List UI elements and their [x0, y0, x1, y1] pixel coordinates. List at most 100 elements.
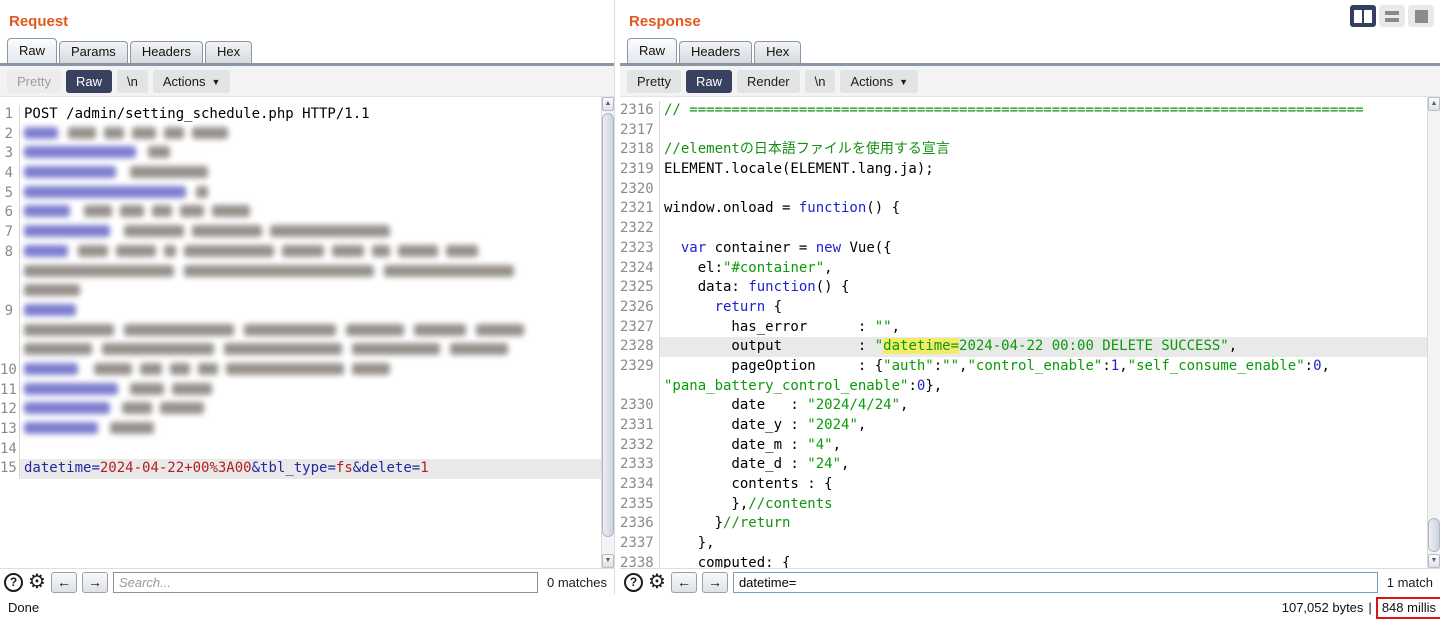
response-search-input[interactable] — [732, 571, 1378, 593]
response-editor[interactable]: 2316// =================================… — [620, 97, 1440, 568]
code-line: 2327 has_error : "", — [620, 317, 1427, 338]
actions-button[interactable]: Actions ▼ — [152, 69, 231, 93]
scroll-up-icon[interactable]: ▲ — [1428, 97, 1440, 111]
code-token: , — [841, 456, 850, 473]
request-editor[interactable]: 1 POST /admin/setting_schedule.php HTTP/1… — [0, 97, 614, 568]
redacted-text — [24, 244, 68, 257]
response-scrollbar-thumb[interactable] — [1428, 518, 1440, 552]
redacted-text — [78, 244, 108, 257]
redacted-text — [170, 362, 190, 375]
response-scrollbar[interactable]: ▲ ▼ — [1427, 97, 1440, 568]
response-tabstrip: Raw Headers Hex — [620, 38, 1440, 66]
redacted-text — [122, 402, 152, 415]
gear-icon[interactable]: ⚙ — [28, 572, 46, 592]
newline-toggle-button[interactable]: \n — [804, 69, 836, 93]
layout-columns-button[interactable] — [1350, 5, 1376, 27]
tab-hex[interactable]: Hex — [204, 41, 253, 63]
code-line — [0, 321, 601, 342]
code-token: date_d : — [664, 456, 808, 473]
redacted-text — [160, 402, 204, 415]
layout-single-button[interactable] — [1408, 5, 1434, 27]
redacted-text — [152, 205, 172, 218]
redacted-text — [68, 126, 96, 139]
tab-raw[interactable]: Raw — [7, 38, 58, 63]
help-icon[interactable]: ? — [624, 572, 643, 592]
code-token: "pana_battery_control_enable" — [664, 377, 909, 394]
code-line — [0, 341, 601, 361]
arrow-right-icon: → — [707, 574, 722, 590]
line-number: 5 — [0, 183, 20, 204]
redacted-text — [226, 362, 344, 375]
request-search-input[interactable] — [112, 571, 539, 593]
tab-headers[interactable]: Headers — [129, 41, 203, 63]
redacted-text — [110, 422, 154, 434]
redacted-text — [450, 343, 508, 356]
line-number — [0, 341, 20, 361]
redacted-text — [198, 362, 218, 375]
search-next-button[interactable]: → — [701, 571, 728, 593]
render-button[interactable]: Render — [736, 69, 800, 93]
response-code-area[interactable]: 2316// =================================… — [620, 97, 1427, 568]
redacted-text — [84, 205, 112, 218]
tab-raw[interactable]: Raw — [627, 38, 678, 63]
tab-params[interactable]: Params — [59, 41, 128, 63]
redacted-text — [192, 126, 228, 139]
code-token: , — [824, 259, 833, 276]
line-number: 8 — [0, 242, 20, 263]
code-token: "auth" — [883, 357, 934, 374]
code-line: 2330 date : "2024/4/24", — [620, 396, 1427, 416]
code-line: 14 — [0, 439, 601, 460]
actions-button[interactable]: Actions ▼ — [840, 69, 919, 93]
redacted-text — [104, 126, 124, 139]
request-code-area[interactable]: 1 POST /admin/setting_schedule.php HTTP/1… — [0, 97, 601, 568]
pretty-button[interactable]: Pretty — [627, 69, 681, 93]
code-token: "" — [874, 318, 892, 335]
search-prev-button[interactable]: ← — [670, 571, 697, 593]
pretty-button[interactable]: Pretty — [7, 69, 61, 93]
search-next-button[interactable]: → — [81, 571, 108, 593]
search-prev-button[interactable]: ← — [50, 571, 77, 593]
newline-toggle-button[interactable]: \n — [116, 69, 148, 93]
raw-button[interactable]: Raw — [65, 69, 112, 93]
scroll-down-icon[interactable]: ▼ — [602, 554, 614, 568]
redacted-text — [24, 362, 78, 375]
code-line: 2338 computed: { — [620, 553, 1427, 568]
line-number — [0, 262, 20, 283]
tab-hex[interactable]: Hex — [754, 41, 802, 63]
code-token: " — [874, 338, 884, 355]
redacted-text — [184, 264, 374, 277]
line-number: 2334 — [620, 475, 660, 495]
redacted-text — [24, 225, 110, 238]
line-number: 2336 — [620, 514, 660, 535]
redacted-text — [196, 185, 208, 198]
gear-icon[interactable]: ⚙ — [648, 572, 666, 592]
line-number: 3 — [0, 144, 20, 165]
help-icon[interactable]: ? — [4, 572, 23, 592]
redacted-text — [446, 244, 478, 257]
metrics-separator: | — [1368, 600, 1372, 615]
request-scrollbar[interactable]: ▲ ▼ — [601, 97, 614, 568]
code-token: output : — [664, 338, 875, 355]
code-line: 2321 window.onload = function() { — [620, 199, 1427, 220]
code-line: 2320 — [620, 179, 1427, 200]
raw-button[interactable]: Raw — [685, 69, 732, 93]
response-panel: Response Raw Headers Hex Pretty Raw Render \n… — [620, 0, 1440, 595]
redacted-text — [24, 343, 92, 356]
code-line: 2328 output : "datetime=2024-04-22 00:00… — [620, 337, 1427, 357]
redacted-text — [94, 362, 132, 375]
code-token: //contents — [748, 495, 833, 512]
code-token: window.onload = — [664, 200, 799, 217]
code-line: 2331 date_y : "2024", — [620, 416, 1427, 436]
redacted-text — [282, 244, 324, 257]
scroll-up-icon[interactable]: ▲ — [602, 97, 614, 111]
layout-rows-button[interactable] — [1379, 5, 1405, 27]
response-panel-title: Response — [629, 13, 701, 30]
line-number: 4 — [0, 164, 20, 184]
request-scrollbar-thumb[interactable] — [602, 113, 614, 537]
redacted-text — [24, 284, 80, 297]
tab-headers[interactable]: Headers — [679, 41, 753, 63]
scroll-down-icon[interactable]: ▼ — [1428, 554, 1440, 568]
code-token: "2024/4/24" — [807, 397, 901, 414]
code-token: datetime — [24, 460, 92, 477]
